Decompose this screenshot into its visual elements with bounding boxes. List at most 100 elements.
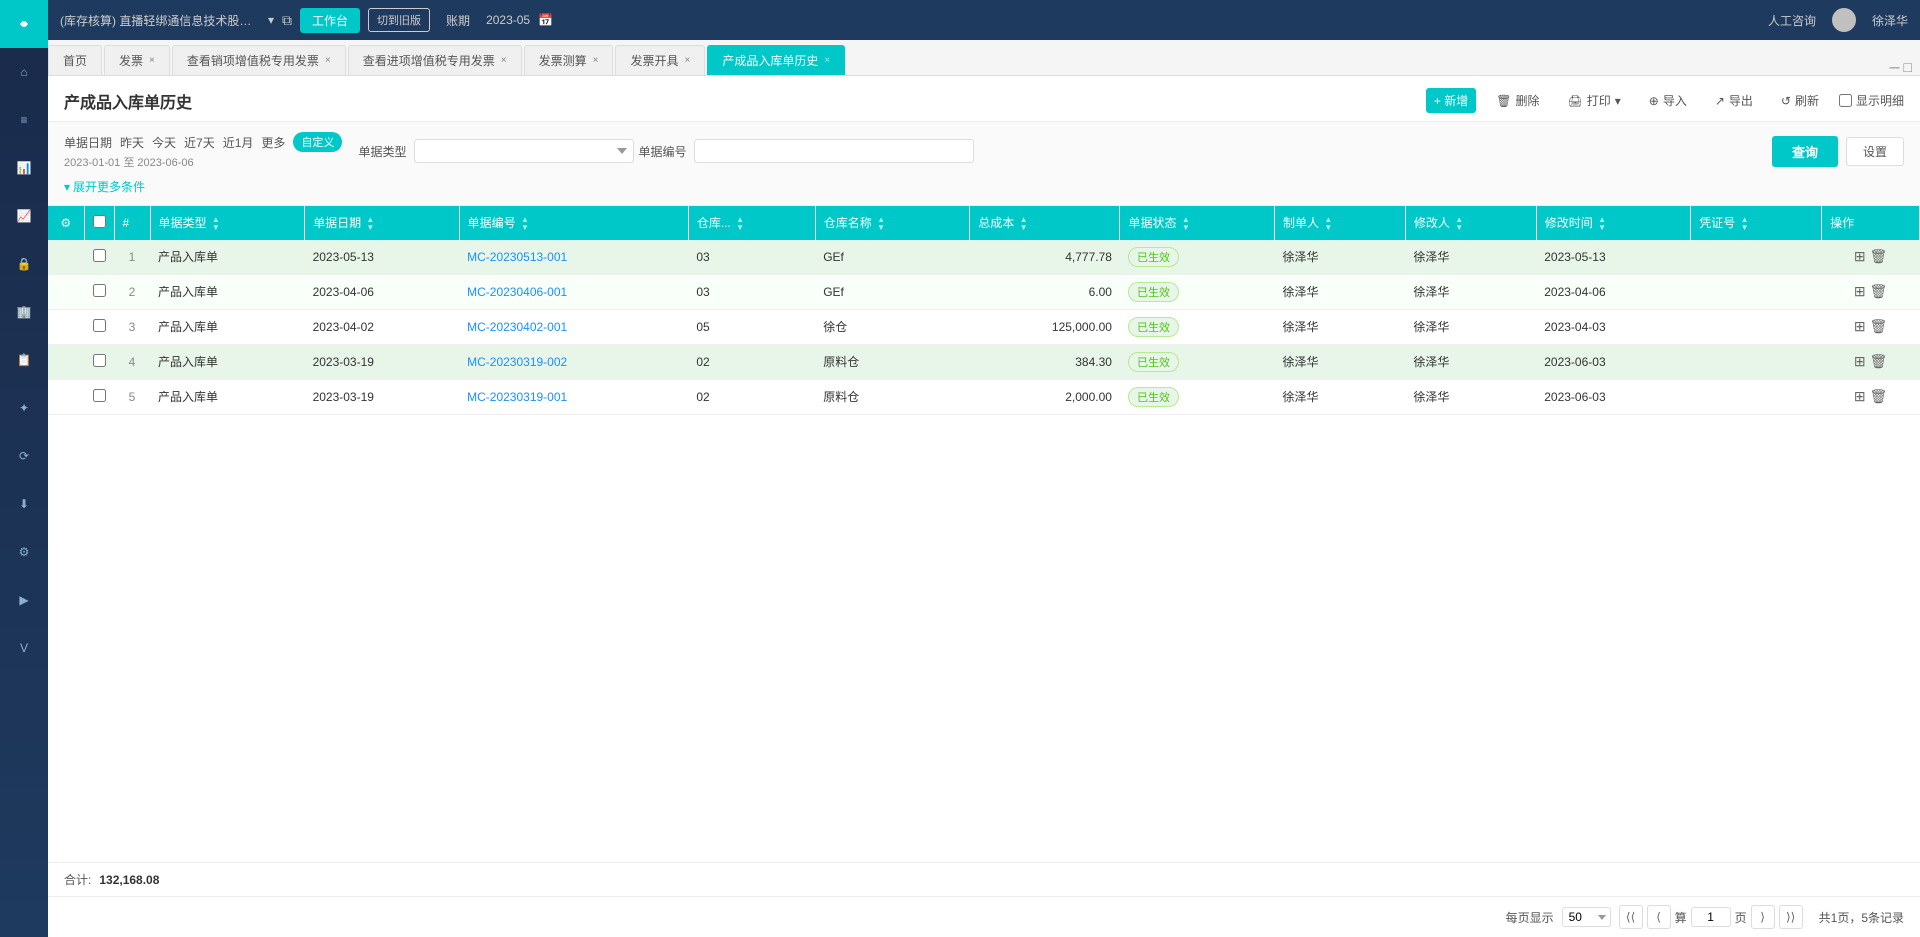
edit-icon[interactable]: ⊞: [1854, 353, 1866, 370]
calendar-icon[interactable]: 📅: [538, 13, 553, 27]
sidebar-item-download[interactable]: ⬇: [0, 480, 48, 528]
query-button[interactable]: 查询: [1772, 136, 1838, 167]
tab-open-invoice-close[interactable]: ×: [684, 55, 690, 66]
th-type[interactable]: 单据类型 ▲▼: [150, 206, 305, 240]
page-prev-button[interactable]: ⟨: [1647, 905, 1671, 929]
delete-row-icon[interactable]: 🗑: [1870, 353, 1888, 370]
row-checkbox[interactable]: [93, 354, 106, 367]
help-label[interactable]: 人工咨询: [1768, 12, 1816, 29]
select-all-checkbox[interactable]: [93, 215, 106, 228]
row-checkbox-col[interactable]: [84, 309, 114, 344]
th-date[interactable]: 单据日期 ▲▼: [305, 206, 460, 240]
page-number-input[interactable]: [1691, 907, 1731, 927]
row-checkbox[interactable]: [93, 319, 106, 332]
sidebar-item-home[interactable]: ⌂: [0, 48, 48, 96]
row-checkbox[interactable]: [93, 389, 106, 402]
edit-icon[interactable]: ⊞: [1854, 283, 1866, 300]
tab-check-purchase[interactable]: 查看进项增值税专用发票 ×: [348, 45, 522, 75]
th-mtime[interactable]: 修改时间 ▲▼: [1536, 206, 1691, 240]
refresh-button[interactable]: ↺ 刷新: [1773, 88, 1827, 113]
row-number-link[interactable]: MC-20230513-001: [467, 250, 567, 264]
workbench-button[interactable]: 工作台: [300, 8, 360, 33]
new-button[interactable]: + 新增: [1426, 88, 1476, 113]
th-wcode[interactable]: 仓库... ▲▼: [688, 206, 815, 240]
sidebar-item-doc[interactable]: ≡: [0, 96, 48, 144]
page-size-select[interactable]: 50 20 100: [1562, 907, 1611, 927]
minimize-icon[interactable]: ─: [1890, 59, 1900, 75]
row-checkbox-col[interactable]: [84, 274, 114, 309]
th-voucher[interactable]: 凭证号 ▲▼: [1691, 206, 1822, 240]
sidebar-item-chart[interactable]: 📊: [0, 144, 48, 192]
filter-date-7days[interactable]: 近7天: [184, 134, 215, 151]
sidebar-item-sync[interactable]: ⟳: [0, 432, 48, 480]
page-first-button[interactable]: ⟨⟨: [1619, 905, 1643, 929]
row-checkbox[interactable]: [93, 284, 106, 297]
th-cost[interactable]: 总成本 ▲▼: [970, 206, 1120, 240]
maximize-icon[interactable]: □: [1904, 59, 1912, 75]
row-number-link[interactable]: MC-20230319-002: [467, 355, 567, 369]
th-wname[interactable]: 仓库名称 ▲▼: [815, 206, 970, 240]
tab-check-purchase-close[interactable]: ×: [501, 55, 507, 66]
edit-icon[interactable]: ⊞: [1854, 248, 1866, 265]
th-checkbox[interactable]: [84, 206, 114, 240]
tab-calc[interactable]: 发票测算 ×: [524, 45, 614, 75]
filter-type-select[interactable]: [414, 139, 634, 163]
row-checkbox-col[interactable]: [84, 379, 114, 414]
th-modifier[interactable]: 修改人 ▲▼: [1405, 206, 1536, 240]
sidebar-item-list[interactable]: 📋: [0, 336, 48, 384]
page-next-button[interactable]: ⟩: [1751, 905, 1775, 929]
delete-row-icon[interactable]: 🗑: [1870, 318, 1888, 335]
sidebar-item-stamp[interactable]: ✦: [0, 384, 48, 432]
row-number[interactable]: MC-20230319-001: [459, 379, 688, 414]
sidebar-item-lock[interactable]: 🔒: [0, 240, 48, 288]
row-number-link[interactable]: MC-20230406-001: [467, 285, 567, 299]
row-number-link[interactable]: MC-20230402-001: [467, 320, 567, 334]
row-checkbox-col[interactable]: [84, 240, 114, 275]
user-name[interactable]: 徐泽华: [1872, 12, 1908, 29]
tab-product-history-close[interactable]: ×: [824, 55, 830, 66]
filter-date-custom[interactable]: 自定义: [293, 132, 342, 152]
filter-date-more[interactable]: 更多: [261, 134, 285, 151]
sidebar-item-analytics[interactable]: 📈: [0, 192, 48, 240]
filter-date-1month[interactable]: 近1月: [223, 134, 254, 151]
row-number-link[interactable]: MC-20230319-001: [467, 390, 567, 404]
print-button[interactable]: 🖨 打印 ▾: [1559, 88, 1628, 113]
th-settings[interactable]: ⚙: [48, 206, 84, 240]
tab-home[interactable]: 首页: [48, 45, 102, 75]
row-number[interactable]: MC-20230406-001: [459, 274, 688, 309]
delete-row-icon[interactable]: 🗑: [1870, 388, 1888, 405]
edit-icon[interactable]: ⊞: [1854, 388, 1866, 405]
display-switch-checkbox[interactable]: [1839, 94, 1852, 107]
filter-number-input[interactable]: [694, 139, 974, 163]
set-button[interactable]: 设置: [1846, 137, 1904, 166]
row-number[interactable]: MC-20230402-001: [459, 309, 688, 344]
title-dropdown-icon[interactable]: ▾: [268, 13, 274, 27]
delete-button[interactable]: 🗑 删除: [1488, 88, 1547, 113]
tab-invoice[interactable]: 发票 ×: [104, 45, 170, 75]
row-checkbox-col[interactable]: [84, 344, 114, 379]
sidebar-item-play[interactable]: ▶: [0, 576, 48, 624]
export-button[interactable]: ↗ 导出: [1707, 88, 1761, 113]
expand-more-button[interactable]: ▾ 展开更多条件: [64, 178, 145, 195]
tab-check-sales-close[interactable]: ×: [325, 55, 331, 66]
sidebar-item-v[interactable]: V: [0, 624, 48, 672]
edit-icon[interactable]: ⊞: [1854, 318, 1866, 335]
row-number[interactable]: MC-20230513-001: [459, 240, 688, 275]
tab-check-sales[interactable]: 查看销项增值税专用发票 ×: [172, 45, 346, 75]
row-checkbox[interactable]: [93, 249, 106, 262]
delete-row-icon[interactable]: 🗑: [1870, 248, 1888, 265]
page-last-button[interactable]: ⟩⟩: [1779, 905, 1803, 929]
switch-version-button[interactable]: 切到旧版: [368, 8, 430, 32]
filter-date-yesterday[interactable]: 昨天: [120, 134, 144, 151]
tab-calc-close[interactable]: ×: [593, 55, 599, 66]
sidebar-item-settings[interactable]: ⚙: [0, 528, 48, 576]
th-status[interactable]: 单据状态 ▲▼: [1120, 206, 1275, 240]
row-number[interactable]: MC-20230319-002: [459, 344, 688, 379]
filter-date-today[interactable]: 今天: [152, 134, 176, 151]
import-button[interactable]: ⊕ 导入: [1641, 88, 1695, 113]
delete-row-icon[interactable]: 🗑: [1870, 283, 1888, 300]
tab-open-invoice[interactable]: 发票开具 ×: [615, 45, 705, 75]
tab-product-history[interactable]: 产成品入库单历史 ×: [707, 45, 845, 75]
sidebar-item-org[interactable]: 🏢: [0, 288, 48, 336]
th-creator[interactable]: 制单人 ▲▼: [1275, 206, 1406, 240]
